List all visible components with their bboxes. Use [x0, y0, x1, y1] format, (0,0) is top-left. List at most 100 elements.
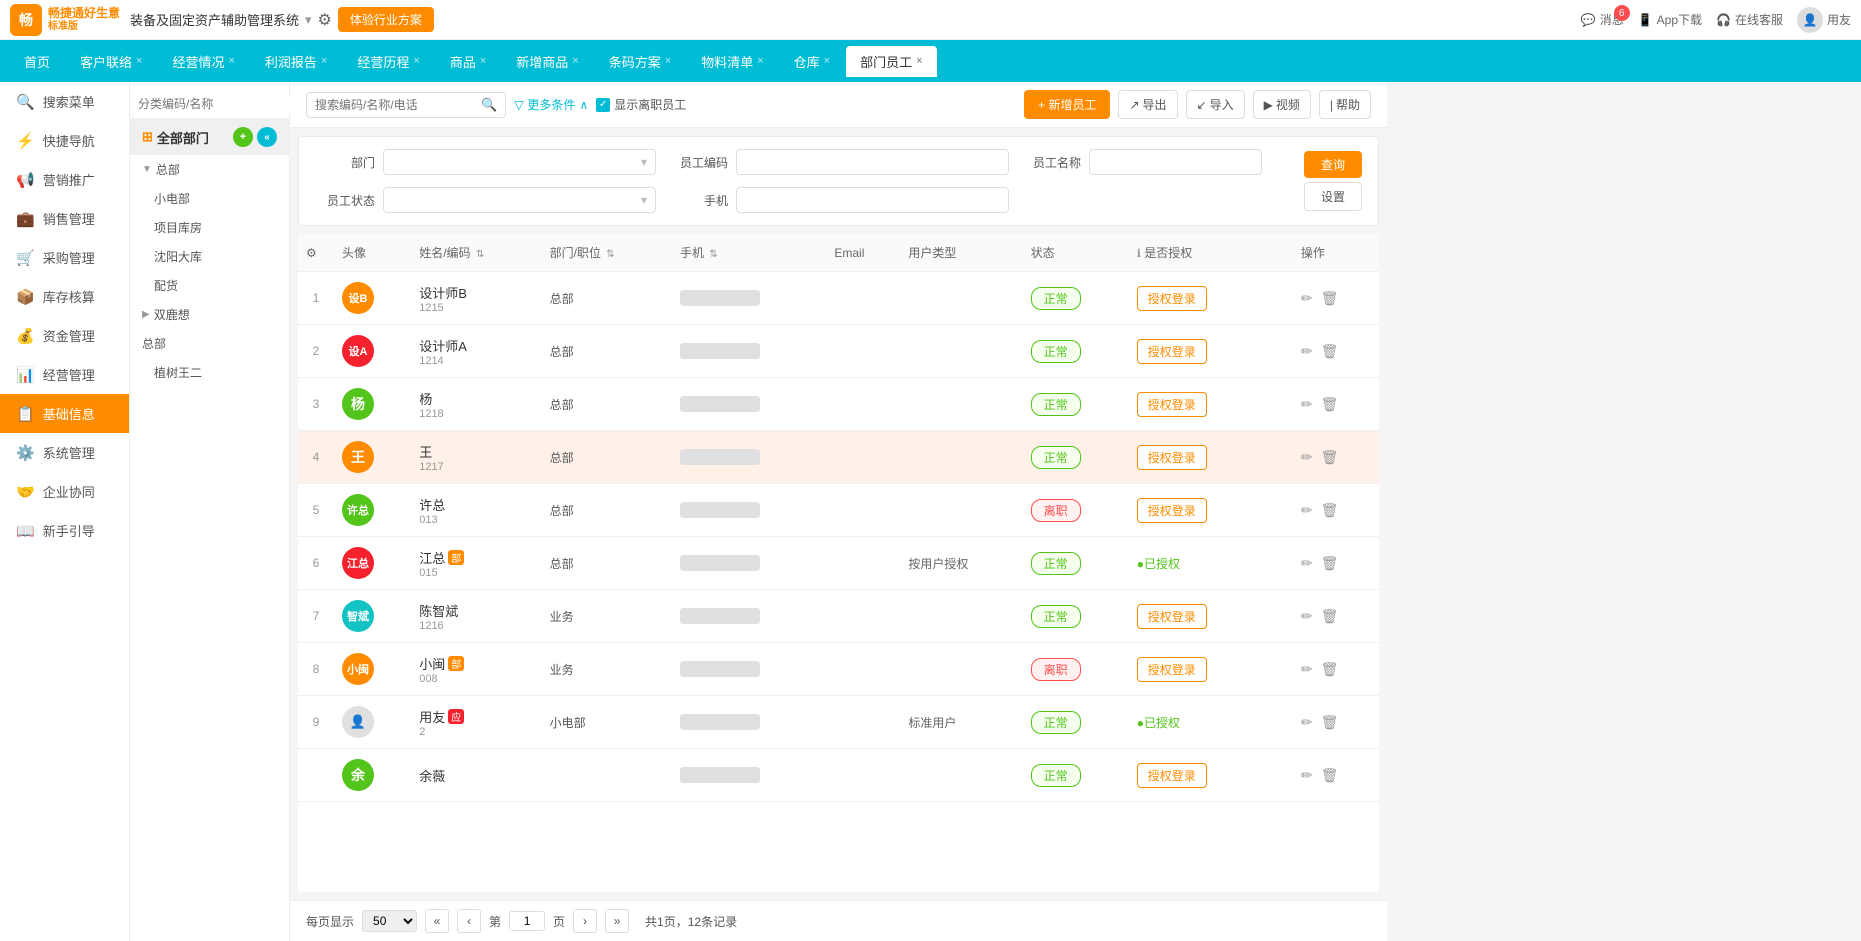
dept-item-shuanglu[interactable]: ▶ 双鹿想	[130, 300, 289, 329]
authorize-button[interactable]: 授权登录	[1137, 763, 1207, 788]
sidebar-item-guide[interactable]: 📖 新手引导	[0, 511, 129, 550]
add-employee-button[interactable]: + 新增员工	[1024, 90, 1110, 119]
delete-icon[interactable]: 🗑	[1321, 396, 1339, 413]
delete-icon[interactable]: 🗑	[1321, 555, 1339, 572]
close-icon[interactable]: ×	[665, 55, 671, 67]
tab-business[interactable]: 经营情况 ×	[158, 46, 248, 77]
col-phone[interactable]: 手机 ⇅	[672, 234, 826, 272]
col-dept[interactable]: 部门/职位 ⇅	[542, 234, 672, 272]
dept-item-shenyang[interactable]: 沈阳大库	[130, 242, 289, 271]
dept-select[interactable]: ▾	[383, 149, 656, 175]
chevron-down-icon[interactable]: ▾	[305, 12, 312, 28]
delete-icon[interactable]: 🗑	[1321, 661, 1339, 678]
edit-icon[interactable]: ✏	[1301, 449, 1313, 466]
tab-customer[interactable]: 客户联络 ×	[66, 46, 156, 77]
col-name[interactable]: 姓名/编码 ⇅	[411, 234, 541, 272]
tab-department[interactable]: 部门员工 ×	[846, 46, 936, 77]
edit-icon[interactable]: ✏	[1301, 290, 1313, 307]
edit-icon[interactable]: ✏	[1301, 661, 1313, 678]
dept-collapse-btn[interactable]: «	[257, 127, 277, 147]
sidebar-item-shortcut[interactable]: ⚡ 快捷导航	[0, 121, 129, 160]
delete-icon[interactable]: 🗑	[1321, 608, 1339, 625]
sidebar-item-operation[interactable]: 📊 经营管理	[0, 355, 129, 394]
close-icon[interactable]: ×	[413, 55, 419, 67]
tab-bom[interactable]: 物料清单 ×	[687, 46, 777, 77]
close-icon[interactable]: ×	[136, 55, 142, 67]
dept-item-xiaodianbu[interactable]: 小电部	[130, 184, 289, 213]
prev-page-button[interactable]: ‹	[457, 909, 481, 933]
row-auth[interactable]: 授权登录	[1129, 643, 1267, 696]
delete-icon[interactable]: 🗑	[1321, 714, 1339, 731]
sidebar-item-inventory[interactable]: 📦 库存核算	[0, 277, 129, 316]
close-icon[interactable]: ×	[824, 55, 830, 67]
dept-add-icon[interactable]: +	[233, 127, 253, 147]
tab-warehouse[interactable]: 仓库 ×	[780, 46, 844, 77]
edit-icon[interactable]: ✏	[1301, 555, 1313, 572]
tab-history[interactable]: 经营历程 ×	[343, 46, 433, 77]
delete-icon[interactable]: 🗑	[1321, 449, 1339, 466]
message-button[interactable]: 💬 消息 6	[1581, 11, 1624, 28]
edit-icon[interactable]: ✏	[1301, 767, 1313, 784]
more-filter-button[interactable]: ▽ 更多条件 ∧	[514, 96, 588, 113]
sidebar-item-basic[interactable]: 📋 基础信息	[0, 394, 129, 433]
dept-item-zhishu[interactable]: 植树王二	[130, 358, 289, 387]
next-page-button[interactable]: ›	[573, 909, 597, 933]
user-menu[interactable]: 👤 用友	[1797, 7, 1851, 33]
gear-icon[interactable]: ⚙	[318, 10, 332, 30]
authorize-button[interactable]: 授权登录	[1137, 286, 1207, 311]
emp-code-input[interactable]	[736, 149, 1009, 175]
row-auth[interactable]: 授权登录	[1129, 272, 1267, 325]
sidebar-item-marketing[interactable]: 📢 营销推广	[0, 160, 129, 199]
row-auth[interactable]: 授权登录	[1129, 378, 1267, 431]
search-submit-icon[interactable]: 🔍	[481, 97, 497, 113]
tab-new-goods[interactable]: 新增商品 ×	[502, 46, 592, 77]
authorize-button[interactable]: 授权登录	[1137, 498, 1207, 523]
row-auth[interactable]: 授权登录	[1129, 484, 1267, 537]
delete-icon[interactable]: 🗑	[1321, 767, 1339, 784]
authorize-button[interactable]: 授权登录	[1137, 339, 1207, 364]
edit-icon[interactable]: ✏	[1301, 608, 1313, 625]
show-dismissed-toggle[interactable]: ✓ 显示离职员工	[596, 96, 686, 113]
sidebar-item-finance[interactable]: 💰 资金管理	[0, 316, 129, 355]
help-button[interactable]: | 帮助	[1319, 90, 1371, 119]
close-icon[interactable]: ×	[572, 55, 578, 67]
delete-icon[interactable]: 🗑	[1321, 502, 1339, 519]
per-page-select[interactable]: 50 100 200	[362, 910, 417, 932]
close-icon[interactable]: ×	[480, 55, 486, 67]
dept-search-input[interactable]	[138, 97, 293, 111]
status-select[interactable]: ▾	[383, 187, 656, 213]
authorize-button[interactable]: 授权登录	[1137, 604, 1207, 629]
close-icon[interactable]: ×	[228, 55, 234, 67]
close-icon[interactable]: ×	[757, 55, 763, 67]
authorize-button[interactable]: 授权登录	[1137, 657, 1207, 682]
col-settings[interactable]: ⚙	[298, 234, 334, 272]
delete-icon[interactable]: 🗑	[1321, 290, 1339, 307]
tab-goods[interactable]: 商品 ×	[436, 46, 500, 77]
tab-profit[interactable]: 利润报告 ×	[251, 46, 341, 77]
authorize-button[interactable]: 授权登录	[1137, 392, 1207, 417]
query-button[interactable]: 查询	[1304, 151, 1362, 178]
row-auth[interactable]: 授权登录	[1129, 325, 1267, 378]
edit-icon[interactable]: ✏	[1301, 396, 1313, 413]
app-download-button[interactable]: 📱 App下载	[1638, 11, 1702, 28]
dept-item-zongbu[interactable]: ▼ 总部	[130, 155, 289, 184]
dept-item-xiangmu[interactable]: 项目库房	[130, 213, 289, 242]
sidebar-item-search[interactable]: 🔍 搜索菜单	[0, 82, 129, 121]
edit-icon[interactable]: ✏	[1301, 714, 1313, 731]
import-button[interactable]: ↙ 导入	[1186, 90, 1245, 119]
search-input[interactable]	[315, 98, 475, 112]
emp-name-input[interactable]	[1089, 149, 1262, 175]
sidebar-item-sales[interactable]: 💼 销售管理	[0, 199, 129, 238]
authorize-button[interactable]: 授权登录	[1137, 445, 1207, 470]
online-service-button[interactable]: 🎧 在线客服	[1716, 11, 1783, 28]
sidebar-item-collab[interactable]: 🤝 企业协同	[0, 472, 129, 511]
delete-icon[interactable]: 🗑	[1321, 343, 1339, 360]
phone-input[interactable]	[736, 187, 1009, 213]
reset-button[interactable]: 设置	[1304, 182, 1362, 211]
experience-button[interactable]: 体验行业方案	[338, 7, 434, 32]
sidebar-item-purchase[interactable]: 🛒 采购管理	[0, 238, 129, 277]
edit-icon[interactable]: ✏	[1301, 502, 1313, 519]
page-number-input[interactable]	[509, 911, 545, 931]
row-auth[interactable]: 授权登录	[1129, 590, 1267, 643]
dept-all-item[interactable]: ⊞ 全部部门 + «	[130, 119, 289, 155]
